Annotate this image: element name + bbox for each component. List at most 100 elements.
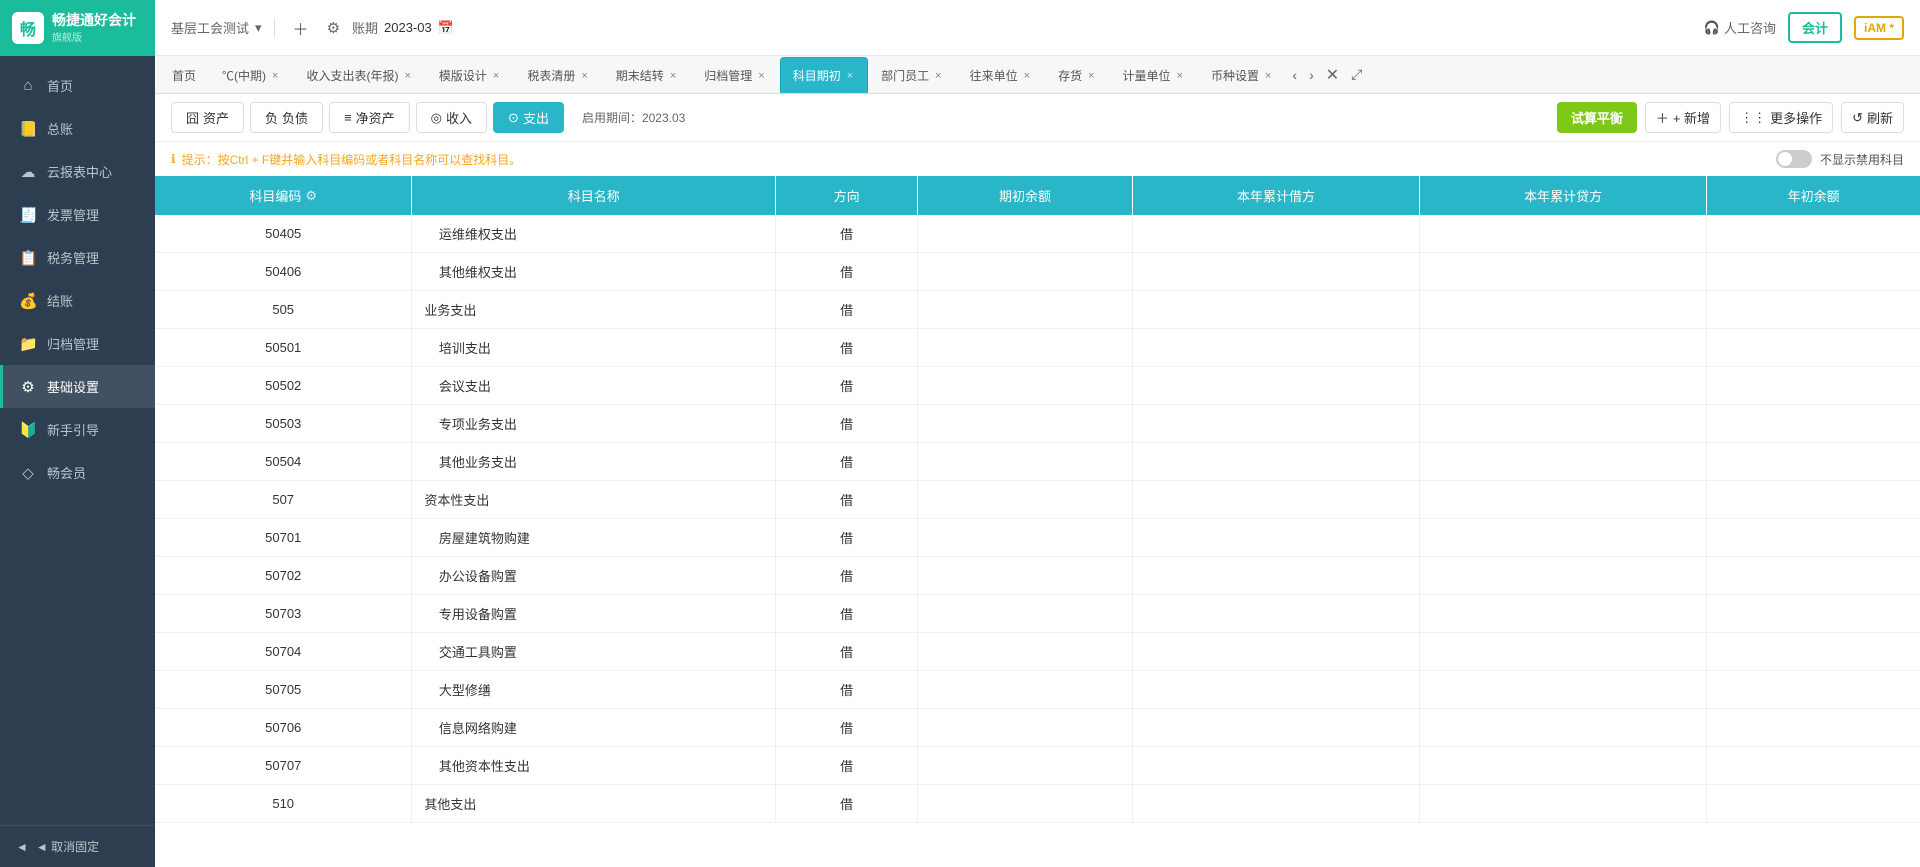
close-all-tabs-button[interactable]: ✕ [1320, 61, 1345, 89]
project-selector[interactable]: 基层工会测试 ▾ [171, 18, 262, 37]
cell-balance-init [918, 291, 1133, 329]
collapse-icon: ◄ [16, 840, 28, 854]
account-button[interactable]: 会计 [1788, 12, 1842, 43]
expand-tab-button[interactable]: ⤢ [1345, 62, 1368, 87]
table-row[interactable]: 50406 其他维权支出 借 [155, 253, 1920, 291]
tab-unit[interactable]: 计量单位× [1110, 57, 1198, 93]
tab-template[interactable]: 模版设计× [426, 57, 514, 93]
tab-close-partner[interactable]: × [1022, 69, 1032, 83]
tab-stock[interactable]: 存货× [1045, 57, 1109, 93]
table-row[interactable]: 50504 其他业务支出 借 [155, 443, 1920, 481]
filter-tab-debt[interactable]: 负负债 [250, 102, 323, 133]
sidebar-item-ledger[interactable]: 📒总账 [0, 107, 155, 150]
cell-balance-init [918, 785, 1133, 823]
tab-home[interactable]: 首页 [159, 57, 209, 93]
table-row[interactable]: 510 其他支出 借 [155, 785, 1920, 823]
tab-close-currency[interactable]: × [1263, 69, 1273, 83]
sidebar-item-guide[interactable]: 🔰新手引导 [0, 408, 155, 451]
sidebar-item-member[interactable]: ◇畅会员 [0, 451, 155, 494]
tab-close-yearend[interactable]: × [668, 69, 678, 83]
more-actions-button[interactable]: ⋮⋮ 更多操作 [1729, 102, 1833, 133]
table-row[interactable]: 50701 房屋建筑物购建 借 [155, 519, 1920, 557]
calendar-icon[interactable]: 📅 [438, 20, 454, 36]
cell-code: 50702 [155, 557, 412, 595]
table-row[interactable]: 50702 办公设备购置 借 [155, 557, 1920, 595]
sidebar-label-settings: 基础设置 [47, 377, 99, 396]
sidebar-item-invoice[interactable]: 🧾发票管理 [0, 193, 155, 236]
period-display: 账期 2023-03 📅 [352, 18, 454, 37]
cell-annual-debit [1132, 443, 1419, 481]
cell-annual-debit [1132, 709, 1419, 747]
tab-currency[interactable]: 币种设置× [1198, 57, 1286, 93]
filter-tab-income[interactable]: ◎收入 [416, 102, 487, 133]
table-row[interactable]: 50707 其他资本性支出 借 [155, 747, 1920, 785]
sidebar-label-invoice: 发票管理 [47, 205, 99, 224]
tab-close-unit[interactable]: × [1175, 69, 1185, 83]
cell-name: 会议支出 [412, 367, 776, 405]
table-row[interactable]: 505 业务支出 借 [155, 291, 1920, 329]
toggle-switch[interactable] [1776, 150, 1812, 168]
tab-income[interactable]: 收入支出表(年报)× [293, 57, 425, 93]
tab-close-stock[interactable]: × [1086, 69, 1096, 83]
cell-direction: 借 [776, 329, 918, 367]
tab-close-archive[interactable]: × [756, 69, 766, 83]
iam-badge[interactable]: iAM * [1854, 16, 1904, 40]
sidebar-item-home[interactable]: ⌂首页 [0, 64, 155, 107]
table-row[interactable]: 50706 信息网络购建 借 [155, 709, 1920, 747]
table-row[interactable]: 50503 专项业务支出 借 [155, 405, 1920, 443]
tab-subject[interactable]: 科目期初× [780, 57, 868, 93]
table-row[interactable]: 50705 大型修缮 借 [155, 671, 1920, 709]
cell-balance-init [918, 519, 1133, 557]
toggle-disabled-subjects[interactable]: 不显示禁用科目 [1776, 150, 1904, 168]
sidebar-label-archive: 归档管理 [47, 334, 99, 353]
sidebar-item-reports[interactable]: ☁云报表中心 [0, 150, 155, 193]
cell-annual-balance [1707, 405, 1920, 443]
cell-balance-init [918, 405, 1133, 443]
add-subject-button[interactable]: ＋ + 新增 [1645, 102, 1721, 133]
toggle-switch-knob [1778, 152, 1792, 166]
tab-close-income[interactable]: × [402, 69, 412, 83]
sidebar-item-settings[interactable]: ⚙基础设置 [0, 365, 155, 408]
table-container: 科目编码 ⚙ 科目名称 方向 期初余额 本年累计借方 本年累计贷方 年初余额 [155, 176, 1920, 867]
tab-close-temp[interactable]: × [270, 69, 280, 83]
cell-annual-credit [1420, 405, 1707, 443]
cell-annual-debit [1132, 291, 1419, 329]
table-row[interactable]: 50703 专用设备购置 借 [155, 595, 1920, 633]
settings-icon[interactable]: ⚙ [327, 19, 340, 37]
tab-close-tax[interactable]: × [579, 69, 589, 83]
tab-partner[interactable]: 往来单位× [957, 57, 1045, 93]
sidebar-icon-tax: 📋 [19, 249, 37, 267]
sidebar-item-tax[interactable]: 📋税务管理 [0, 236, 155, 279]
customer-service-button[interactable]: 🎧 人工咨询 [1704, 18, 1776, 37]
tab-temp[interactable]: ℃(中期)× [209, 57, 293, 93]
tab-yearend[interactable]: 期末结转× [603, 57, 691, 93]
tab-dept[interactable]: 部门员工× [868, 57, 956, 93]
tab-close-dept[interactable]: × [933, 69, 943, 83]
gear-icon[interactable]: ⚙ [305, 188, 317, 204]
add-tab-button[interactable]: ＋ [287, 14, 315, 42]
filter-tab-asset[interactable]: 囧资产 [171, 102, 244, 133]
table-row[interactable]: 50502 会议支出 借 [155, 367, 1920, 405]
sidebar-collapse-button[interactable]: ◄ ◄ 取消固定 [0, 825, 155, 867]
cell-annual-balance [1707, 633, 1920, 671]
tab-archive[interactable]: 归档管理× [691, 57, 779, 93]
table-row[interactable]: 50501 培训支出 借 [155, 329, 1920, 367]
cell-direction: 借 [776, 595, 918, 633]
refresh-button[interactable]: ↺ 刷新 [1841, 102, 1904, 133]
tab-tax[interactable]: 税表清册× [514, 57, 602, 93]
cell-annual-balance [1707, 481, 1920, 519]
filter-period: 启用期间：2023.03 [582, 109, 685, 126]
table-row[interactable]: 507 资本性支出 借 [155, 481, 1920, 519]
table-row[interactable]: 50405 运维维权支出 借 [155, 215, 1920, 253]
calculate-balance-button[interactable]: 试算平衡 [1557, 102, 1637, 133]
cell-name: 其他维权支出 [412, 253, 776, 291]
table-row[interactable]: 50704 交通工具购置 借 [155, 633, 1920, 671]
tab-scroll-left-button[interactable]: ‹ [1286, 63, 1303, 87]
tab-close-template[interactable]: × [491, 69, 501, 83]
sidebar-item-archive[interactable]: 📁归档管理 [0, 322, 155, 365]
filter-tab-net[interactable]: ≡净资产 [329, 102, 410, 133]
filter-tab-expense[interactable]: ⊙支出 [493, 102, 564, 133]
tab-close-subject[interactable]: × [845, 69, 855, 83]
tab-scroll-right-button[interactable]: › [1303, 63, 1320, 87]
sidebar-item-settlement[interactable]: 💰结账 [0, 279, 155, 322]
